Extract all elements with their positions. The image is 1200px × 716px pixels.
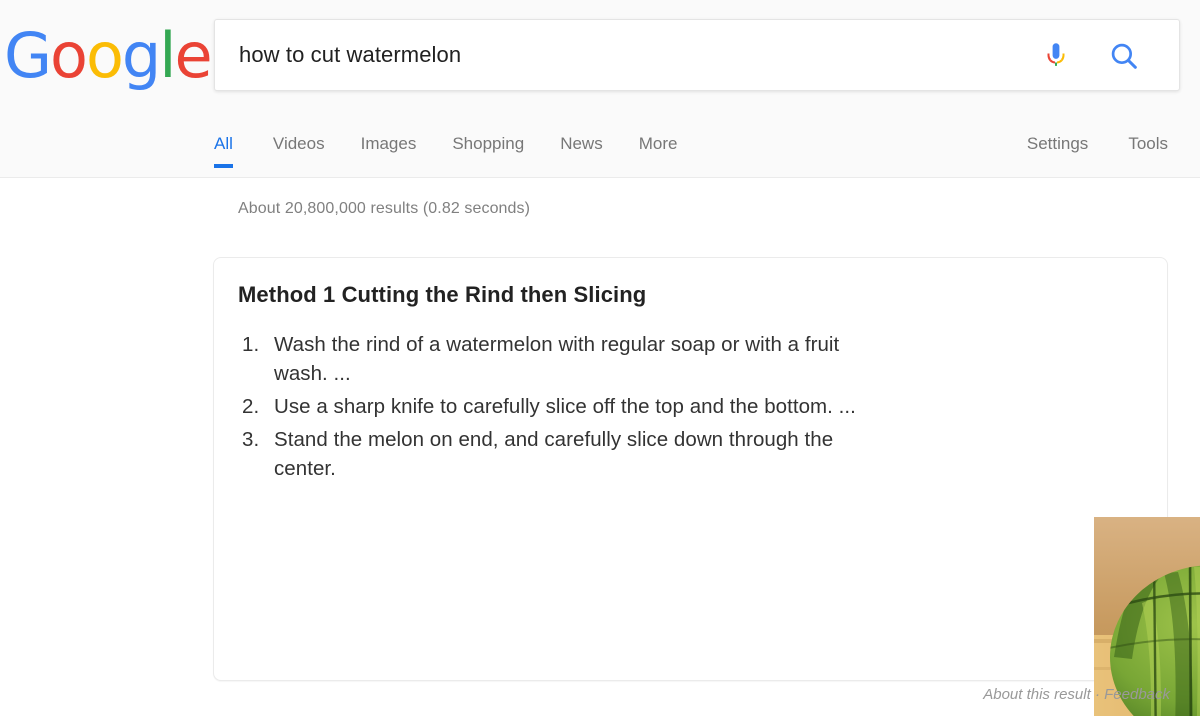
tab-videos[interactable]: Videos bbox=[255, 124, 343, 178]
logo-letter-o1: o bbox=[50, 19, 88, 92]
search-nav-tabs: All Videos Images Shopping News More bbox=[214, 124, 695, 178]
tab-news[interactable]: News bbox=[542, 124, 621, 178]
tools-button[interactable]: Tools bbox=[1128, 124, 1168, 164]
feedback-link[interactable]: Feedback bbox=[1104, 686, 1170, 703]
search-icon-svg bbox=[1111, 43, 1137, 69]
settings-button[interactable]: Settings bbox=[1027, 124, 1088, 164]
about-this-result-link[interactable]: About this result bbox=[983, 686, 1091, 703]
snippet-heading: Method 1 Cutting the Rind then Slicing bbox=[238, 282, 647, 307]
logo-letter-e: e bbox=[174, 19, 213, 92]
google-logo[interactable]: Google bbox=[4, 19, 213, 92]
tab-shopping[interactable]: Shopping bbox=[434, 124, 542, 178]
search-box[interactable] bbox=[214, 19, 1180, 91]
list-item: Stand the melon on end, and carefully sl… bbox=[242, 425, 834, 480]
tab-all[interactable]: All bbox=[214, 124, 255, 178]
tab-images[interactable]: Images bbox=[343, 124, 435, 178]
search-input[interactable] bbox=[239, 20, 1029, 90]
featured-snippet-card: Method 1 Cutting the Rind then Slicing W… bbox=[213, 257, 1200, 716]
list-item: Wash the rind of a watermelon with regul… bbox=[242, 330, 840, 385]
logo-letter-o2: o bbox=[85, 19, 124, 92]
search-icon[interactable] bbox=[1107, 39, 1141, 73]
microphone-icon-svg bbox=[1047, 43, 1065, 66]
list-item: Use a sharp knife to carefully slice off… bbox=[242, 392, 856, 421]
footer-separator: · bbox=[1094, 686, 1100, 703]
result-stats: About 20,800,000 results (0.82 seconds) bbox=[238, 200, 531, 217]
logo-letter-g1: G bbox=[4, 19, 52, 92]
logo-letter-g2: g bbox=[121, 19, 161, 92]
logo-letter-l: l bbox=[159, 19, 176, 92]
search-header: Google AllVideosImagesShoppingNewsMore bbox=[0, 0, 1200, 178]
snippet-steps-list: Wash the rind of a watermelon with regul… bbox=[242, 330, 860, 487]
search-nav-right: Settings Tools bbox=[987, 124, 1168, 178]
snippet-footer: About this result · Feedback bbox=[983, 686, 1170, 703]
microphone-icon[interactable] bbox=[1039, 39, 1073, 73]
tab-more[interactable]: More bbox=[621, 124, 696, 178]
